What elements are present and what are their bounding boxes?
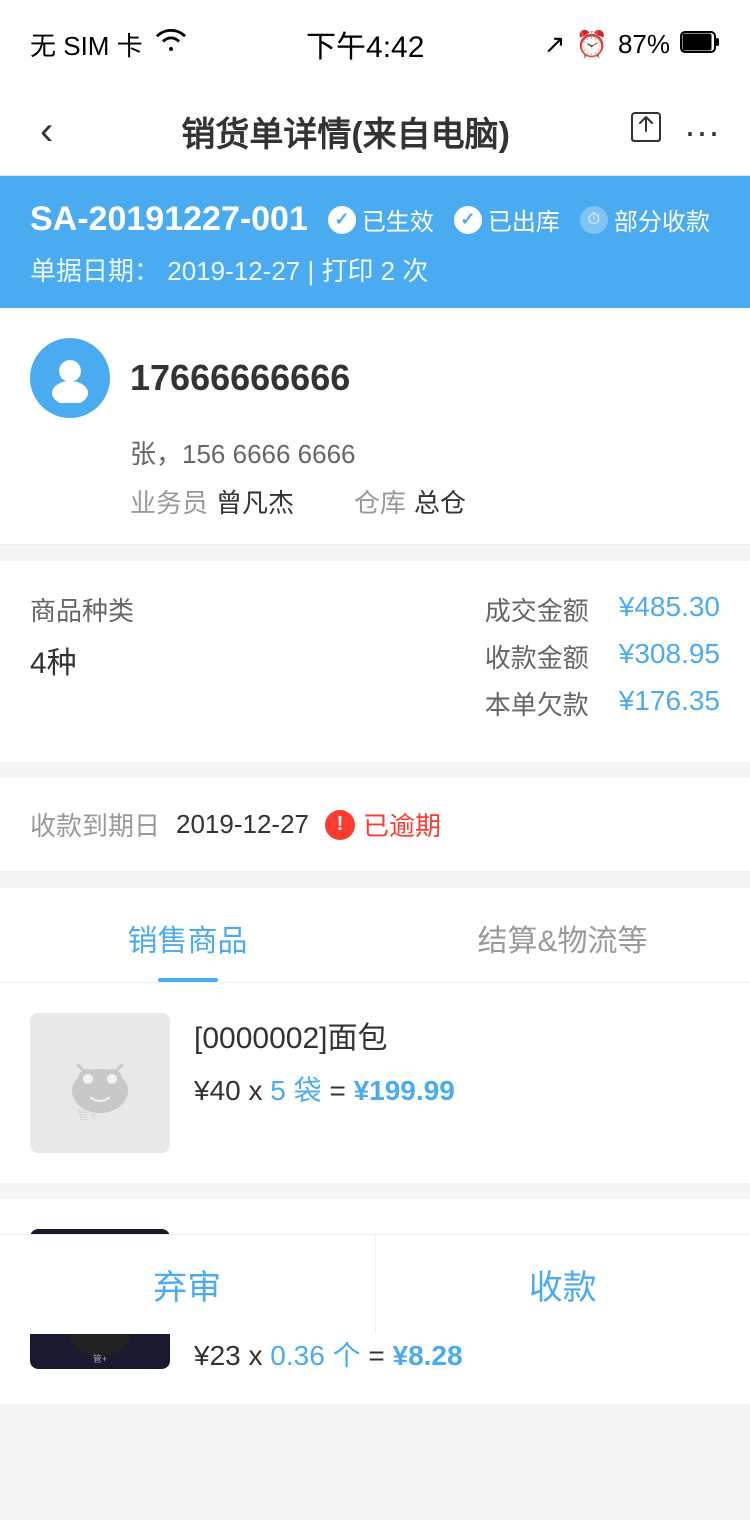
status-shipped: ✓ 已出库 [454,202,560,237]
amount-value: ¥485.30 [619,591,720,628]
product-price-1: ¥40 x 5 袋 = ¥199.99 [194,1069,720,1109]
location-icon: ↗ [544,29,566,60]
product-name-1: [0000002]面包 [194,1013,720,1057]
price-qty-1: 5 [270,1075,286,1106]
price-unit-1: 袋 [294,1075,322,1106]
battery-text: 87% [618,29,670,60]
owed-label: 本单欠款 [485,685,589,722]
status-bar: 无 SIM 卡 下午4:42 ↗ ⏰ 87% [0,0,750,88]
overdue-badge: ! 已逾期 [325,806,441,843]
nav-actions: ··· [628,109,720,154]
overdue-text: 已逾期 [363,806,441,843]
product-info-1: [0000002]面包 ¥40 x 5 袋 = ¥199.99 [194,1013,720,1109]
order-id: SA-20191227-001 [30,200,308,239]
more-icon[interactable]: ··· [684,111,720,153]
print-info: | 打印 2 次 [307,256,428,286]
order-date-row: 单据日期： 2019-12-27 | 打印 2 次 [30,251,720,288]
tab-products[interactable]: 销售商品 [0,888,375,982]
bottom-bar: 弃审 收款 [0,1234,750,1334]
back-button[interactable]: ‹ [30,99,63,164]
wifi-icon [155,29,187,60]
price-total-1: ¥199.99 [354,1075,455,1106]
warehouse: 总仓 [414,483,466,520]
due-label: 收款到期日 [30,806,160,843]
product-item: 管+ [0000002]面包 ¥40 x 5 袋 = ¥199.99 [0,983,750,1183]
sales-person: 曾凡杰 [216,483,294,520]
collected-row: 收款金额 ¥308.95 [485,638,720,675]
customer-row: 17666666666 [30,338,720,418]
check-icon-2: ✓ [454,206,482,234]
price-value-2: ¥23 [194,1340,241,1371]
customer-id: 17666666666 [130,357,350,399]
collected-value: ¥308.95 [619,638,720,675]
owed-value: ¥176.35 [619,685,720,722]
share-icon[interactable] [628,109,664,154]
alarm-icon: ⏰ [576,29,608,60]
product-price-2: ¥23 x 0.36 个 = ¥8.28 [194,1334,720,1374]
product-image-1: 管+ [30,1013,170,1153]
header-banner: SA-20191227-001 ✓ 已生效 ✓ 已出库 ⏱ 部分收款 单据日期：… [0,176,750,308]
battery-icon [680,29,720,60]
tab-settlement[interactable]: 结算&物流等 [375,888,750,982]
tabs-section: 销售商品 结算&物流等 [0,888,750,983]
page-title: 销货单详情(来自电脑) [181,107,510,156]
products-section: 管+ [0000002]面包 ¥40 x 5 袋 = ¥199.99 [0,983,750,1404]
status-effective-text: 已生效 [362,202,434,237]
price-value-1: ¥40 [194,1075,241,1106]
product-placeholder-1: 管+ [30,1013,170,1153]
warehouse-label: 仓库 [354,483,406,520]
customer-meta: 业务员 曾凡杰 仓库 总仓 [30,483,720,520]
amount-summary: 成交金额 ¥485.30 收款金额 ¥308.95 本单欠款 ¥176.35 [485,591,720,732]
overdue-icon: ! [325,810,355,840]
nav-bar: ‹ 销货单详情(来自电脑) ··· [0,88,750,176]
due-date-section: 收款到期日 2019-12-27 ! 已逾期 [0,778,750,872]
category-count: 4种 [30,638,134,682]
avatar [30,338,110,418]
svg-text:管+: 管+ [93,1353,107,1364]
status-partial: ⏱ 部分收款 [580,202,710,237]
owed-row: 本单欠款 ¥176.35 [485,685,720,722]
date-label: 单据日期： [30,256,160,286]
amount-label: 成交金额 [485,591,589,628]
collect-payment-button[interactable]: 收款 [376,1235,750,1334]
status-left: 无 SIM 卡 [30,26,187,63]
abandon-button[interactable]: 弃审 [0,1235,376,1334]
status-right: ↗ ⏰ 87% [544,29,720,60]
category-label: 商品种类 [30,591,134,628]
due-date: 2019-12-27 [176,809,309,840]
carrier-text: 无 SIM 卡 [30,26,143,63]
clock-icon: ⏱ [580,206,608,234]
order-date: 2019-12-27 [167,256,300,286]
check-icon-1: ✓ [328,206,356,234]
svg-text:管+: 管+ [77,1107,96,1122]
customer-name: 张，156 6666 6666 [30,434,720,471]
order-row: SA-20191227-001 ✓ 已生效 ✓ 已出库 ⏱ 部分收款 [30,200,720,239]
sales-label: 业务员 [130,483,208,520]
amount-row: 成交金额 ¥485.30 [485,591,720,628]
price-total-2: ¥8.28 [393,1340,463,1371]
category-summary: 商品种类 4种 [30,591,134,682]
summary-section: 商品种类 4种 成交金额 ¥485.30 收款金额 ¥308.95 本单欠款 ¥… [0,561,750,762]
status-effective: ✓ 已生效 [328,202,434,237]
customer-section: 17666666666 张，156 6666 6666 业务员 曾凡杰 仓库 总… [0,308,750,545]
collected-label: 收款金额 [485,638,589,675]
status-time: 下午4:42 [306,22,424,66]
status-partial-text: 部分收款 [614,202,710,237]
price-qty-2: 0.36 [270,1340,325,1371]
status-shipped-text: 已出库 [488,202,560,237]
price-unit-2: 个 [333,1340,361,1371]
